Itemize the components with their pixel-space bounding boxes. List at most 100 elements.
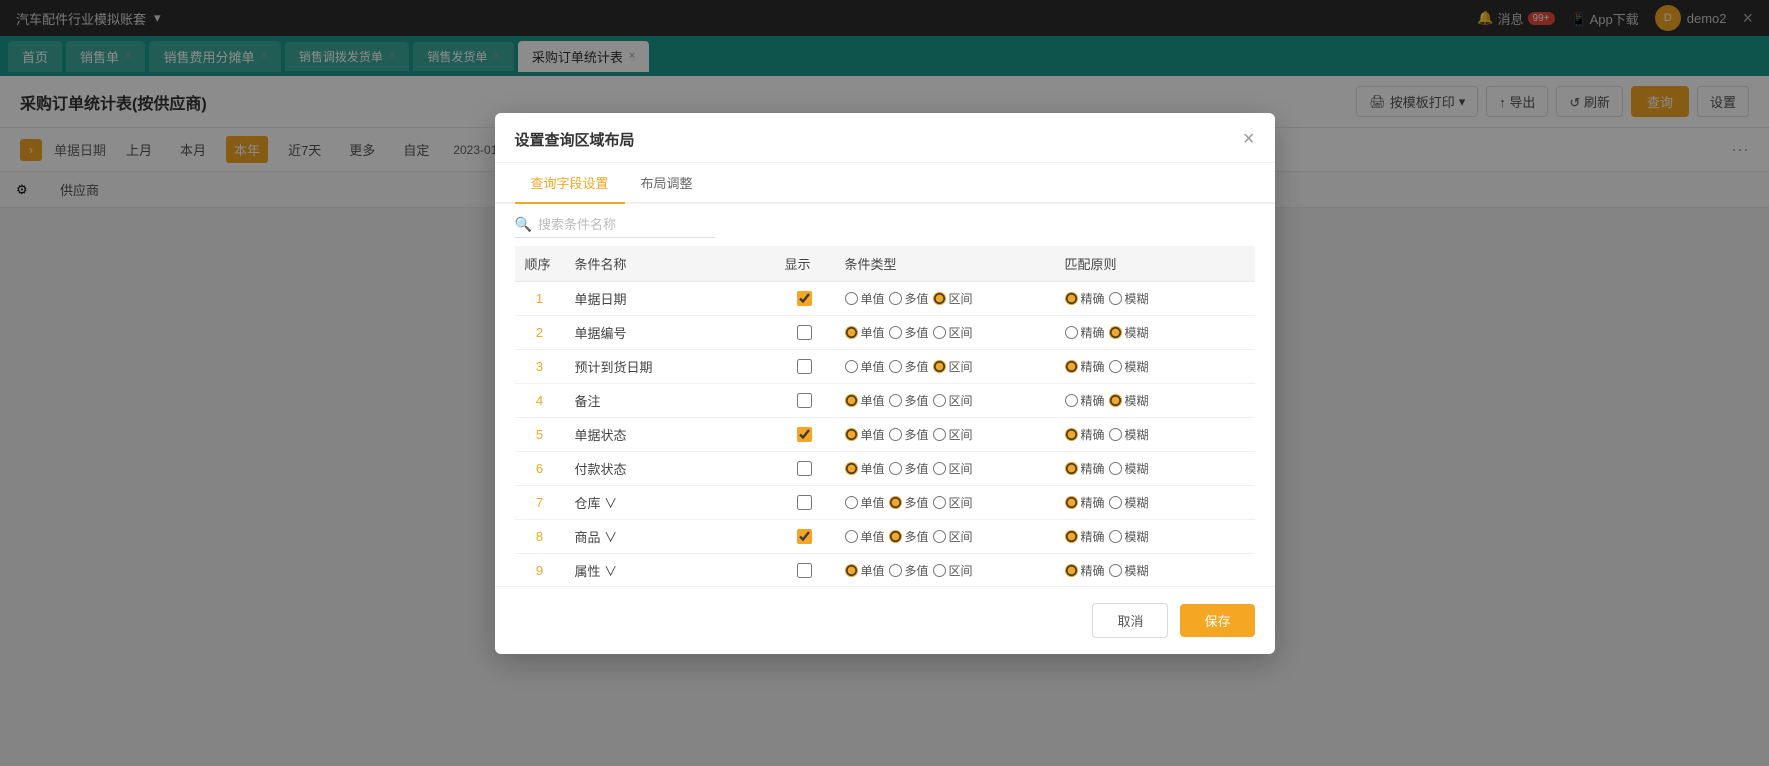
match-radio-item[interactable]: 精确 <box>1065 290 1105 307</box>
display-checkbox[interactable] <box>797 393 812 408</box>
type-radio-item[interactable]: 区间 <box>933 494 973 511</box>
match-radio[interactable] <box>1065 360 1078 373</box>
match-radio[interactable] <box>1109 496 1122 509</box>
type-radio[interactable] <box>889 326 902 339</box>
type-radio[interactable] <box>933 496 946 509</box>
type-radio[interactable] <box>845 564 858 577</box>
type-radio[interactable] <box>845 292 858 305</box>
dialog-close-button[interactable]: × <box>1243 129 1255 149</box>
type-radio-item[interactable]: 多值 <box>889 562 929 579</box>
type-radio[interactable] <box>845 326 858 339</box>
match-radio[interactable] <box>1065 428 1078 441</box>
type-radio[interactable] <box>933 428 946 441</box>
display-checkbox[interactable] <box>797 325 812 340</box>
match-radio-item[interactable]: 模糊 <box>1109 392 1149 409</box>
match-radio-item[interactable]: 精确 <box>1065 358 1105 375</box>
match-radio-item[interactable]: 精确 <box>1065 324 1105 341</box>
type-radio-item[interactable]: 单值 <box>845 460 885 477</box>
match-radio-item[interactable]: 模糊 <box>1109 290 1149 307</box>
type-radio[interactable] <box>845 360 858 373</box>
type-radio[interactable] <box>889 462 902 475</box>
display-checkbox[interactable] <box>797 359 812 374</box>
type-radio-item[interactable]: 区间 <box>933 392 973 409</box>
match-radio-item[interactable]: 模糊 <box>1109 358 1149 375</box>
match-radio[interactable] <box>1065 292 1078 305</box>
match-radio-item[interactable]: 模糊 <box>1109 528 1149 545</box>
type-radio-item[interactable]: 多值 <box>889 392 929 409</box>
display-checkbox[interactable] <box>797 461 812 476</box>
match-radio-item[interactable]: 精确 <box>1065 562 1105 579</box>
type-radio[interactable] <box>889 428 902 441</box>
match-radio[interactable] <box>1065 530 1078 543</box>
match-radio[interactable] <box>1065 394 1078 407</box>
match-radio[interactable] <box>1109 530 1122 543</box>
type-radio[interactable] <box>845 530 858 543</box>
type-radio[interactable] <box>933 394 946 407</box>
match-radio-item[interactable]: 模糊 <box>1109 494 1149 511</box>
type-radio-item[interactable]: 区间 <box>933 562 973 579</box>
type-radio-item[interactable]: 单值 <box>845 562 885 579</box>
match-radio-item[interactable]: 精确 <box>1065 528 1105 545</box>
type-radio[interactable] <box>933 326 946 339</box>
type-radio-item[interactable]: 多值 <box>889 494 929 511</box>
type-radio[interactable] <box>933 360 946 373</box>
type-radio[interactable] <box>845 462 858 475</box>
match-radio-item[interactable]: 精确 <box>1065 426 1105 443</box>
display-checkbox[interactable] <box>797 529 812 544</box>
type-radio-item[interactable]: 区间 <box>933 426 973 443</box>
type-radio-item[interactable]: 单值 <box>845 528 885 545</box>
match-radio[interactable] <box>1109 428 1122 441</box>
match-radio[interactable] <box>1065 564 1078 577</box>
type-radio-item[interactable]: 单值 <box>845 358 885 375</box>
type-radio[interactable] <box>933 564 946 577</box>
cancel-button[interactable]: 取消 <box>1092 603 1168 638</box>
display-checkbox[interactable] <box>797 495 812 510</box>
match-radio[interactable] <box>1109 394 1122 407</box>
type-radio-item[interactable]: 单值 <box>845 494 885 511</box>
type-radio[interactable] <box>889 394 902 407</box>
match-radio-item[interactable]: 模糊 <box>1109 460 1149 477</box>
match-radio[interactable] <box>1065 326 1078 339</box>
search-input[interactable] <box>538 217 698 232</box>
display-checkbox[interactable] <box>797 427 812 442</box>
type-radio-item[interactable]: 区间 <box>933 528 973 545</box>
type-radio-item[interactable]: 多值 <box>889 290 929 307</box>
type-radio-item[interactable]: 多值 <box>889 426 929 443</box>
type-radio-item[interactable]: 单值 <box>845 290 885 307</box>
display-checkbox[interactable] <box>797 291 812 306</box>
match-radio-item[interactable]: 精确 <box>1065 460 1105 477</box>
type-radio[interactable] <box>933 462 946 475</box>
type-radio[interactable] <box>889 530 902 543</box>
type-radio-item[interactable]: 区间 <box>933 358 973 375</box>
type-radio[interactable] <box>933 530 946 543</box>
type-radio-item[interactable]: 多值 <box>889 528 929 545</box>
type-radio-item[interactable]: 单值 <box>845 426 885 443</box>
match-radio[interactable] <box>1109 326 1122 339</box>
type-radio-item[interactable]: 区间 <box>933 324 973 341</box>
type-radio[interactable] <box>845 496 858 509</box>
type-radio[interactable] <box>845 394 858 407</box>
type-radio-item[interactable]: 单值 <box>845 392 885 409</box>
type-radio[interactable] <box>845 428 858 441</box>
display-checkbox[interactable] <box>797 563 812 578</box>
match-radio-item[interactable]: 精确 <box>1065 494 1105 511</box>
match-radio-item[interactable]: 模糊 <box>1109 562 1149 579</box>
match-radio-item[interactable]: 模糊 <box>1109 324 1149 341</box>
tab-layout-adjust[interactable]: 布局调整 <box>625 163 709 204</box>
type-radio[interactable] <box>889 496 902 509</box>
type-radio-item[interactable]: 多值 <box>889 324 929 341</box>
type-radio[interactable] <box>889 360 902 373</box>
match-radio[interactable] <box>1065 462 1078 475</box>
type-radio-item[interactable]: 多值 <box>889 460 929 477</box>
match-radio[interactable] <box>1109 292 1122 305</box>
match-radio-item[interactable]: 模糊 <box>1109 426 1149 443</box>
tab-query-fields[interactable]: 查询字段设置 <box>515 163 625 204</box>
match-radio-item[interactable]: 精确 <box>1065 392 1105 409</box>
type-radio-item[interactable]: 多值 <box>889 358 929 375</box>
match-radio[interactable] <box>1109 360 1122 373</box>
match-radio[interactable] <box>1065 496 1078 509</box>
match-radio[interactable] <box>1109 462 1122 475</box>
type-radio-item[interactable]: 区间 <box>933 290 973 307</box>
save-button[interactable]: 保存 <box>1180 604 1254 637</box>
type-radio-item[interactable]: 单值 <box>845 324 885 341</box>
